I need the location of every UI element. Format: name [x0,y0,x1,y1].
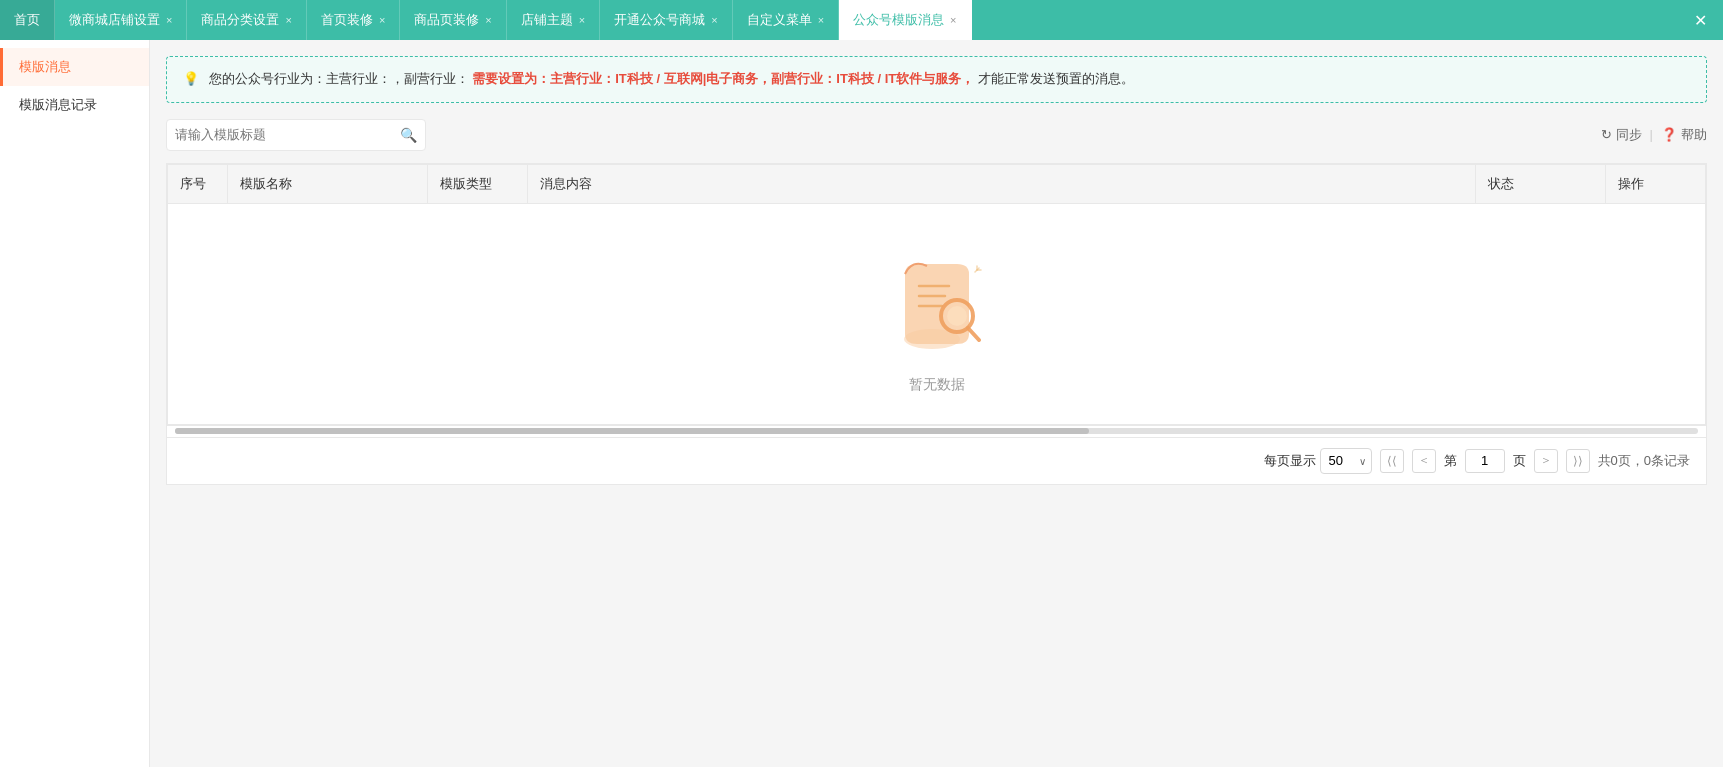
col-status: 状态 [1476,164,1606,203]
per-page-select-wrap[interactable]: 50 10 20 100 [1320,448,1372,474]
tab-template-msg[interactable]: 公众号模版消息 × [839,0,971,40]
help-icon: ❓ [1661,127,1677,142]
col-index: 序号 [168,164,228,203]
notice-box: 💡 您的公众号行业为：主营行业：，副营行业： 需要设置为：主营行业：IT科技 /… [166,56,1707,103]
svg-line-6 [968,328,979,340]
tab-home[interactable]: 首页 [0,0,55,40]
tab-product-decor[interactable]: 商品页装修 × [400,0,506,40]
total-info: 共0页，0条记录 [1598,452,1690,470]
col-content: 消息内容 [528,164,1476,203]
toolbar-right: ↻ 同步 | ❓ 帮助 [1601,126,1707,144]
help-button[interactable]: ❓ 帮助 [1661,126,1707,144]
tab-close-homepage-decor[interactable]: × [379,14,385,26]
tab-close-product-decor[interactable]: × [485,14,491,26]
tab-close-category-settings[interactable]: × [285,14,291,26]
empty-text: 暂无数据 [909,376,965,394]
prev-page-button[interactable]: ＜ [1412,449,1436,473]
tab-close-store-theme[interactable]: × [579,14,585,26]
tab-close-open-mall[interactable]: × [711,14,717,26]
sidebar: 模版消息 模版消息记录 [0,40,150,767]
next-page-button[interactable]: ＞ [1534,449,1558,473]
sync-label: 同步 [1616,126,1642,144]
search-input-wrap: 🔍 [166,119,426,151]
search-input[interactable] [175,127,400,142]
search-bar: 🔍 ↻ 同步 | ❓ 帮助 [166,119,1707,151]
col-name: 模版名称 [228,164,428,203]
divider: | [1650,127,1653,142]
sync-icon: ↻ [1601,127,1612,142]
table-header-row: 序号 模版名称 模版类型 消息内容 状态 操作 [168,164,1706,203]
scrollbar-area[interactable] [167,425,1706,437]
content-area: 💡 您的公众号行业为：主营行业：，副营行业： 需要设置为：主营行业：IT科技 /… [150,40,1723,767]
close-all-button[interactable]: ✕ [1678,0,1723,40]
page-label: 页 [1513,452,1526,470]
sidebar-item-template-msg-record[interactable]: 模版消息记录 [0,86,149,124]
table-wrapper: 序号 模版名称 模版类型 消息内容 状态 操作 [166,163,1707,485]
sidebar-item-template-msg[interactable]: 模版消息 [0,48,149,86]
tab-store-settings[interactable]: 微商城店铺设置 × [55,0,187,40]
tab-close-template-msg[interactable]: × [950,14,956,26]
notice-highlight: 需要设置为：主营行业：IT科技 / 互联网|电子商务，副营行业：IT科技 / I… [472,71,974,86]
per-page-select: 每页显示 50 10 20 100 [1264,448,1372,474]
tab-close-store-settings[interactable]: × [166,14,172,26]
empty-illustration [877,244,997,364]
page-input[interactable] [1465,449,1505,473]
notice-suffix: 才能正常发送预置的消息。 [978,71,1134,86]
search-icon[interactable]: 🔍 [400,127,417,143]
tab-open-mall[interactable]: 开通公众号商城 × [600,0,732,40]
per-page-dropdown[interactable]: 50 10 20 100 [1320,448,1372,474]
scrollbar-thumb[interactable] [175,428,1089,434]
empty-state: 暂无数据 [168,204,1705,424]
main-layout: 模版消息 模版消息记录 💡 您的公众号行业为：主营行业：，副营行业： 需要设置为… [0,40,1723,767]
svg-point-5 [947,306,967,326]
per-page-label: 每页显示 [1264,452,1316,470]
last-page-button[interactable]: ⟩⟩ [1566,449,1590,473]
tab-category-settings[interactable]: 商品分类设置 × [187,0,306,40]
notice-icon: 💡 [183,71,199,86]
notice-prefix: 您的公众号行业为：主营行业：，副营行业： [209,71,469,86]
tab-custom-menu[interactable]: 自定义菜单 × [733,0,839,40]
sync-button[interactable]: ↻ 同步 [1601,126,1642,144]
page-di-label: 第 [1444,452,1457,470]
empty-state-row: 暂无数据 [168,203,1706,424]
data-table: 序号 模版名称 模版类型 消息内容 状态 操作 [167,164,1706,425]
tab-homepage-decor[interactable]: 首页装修 × [307,0,400,40]
tab-close-custom-menu[interactable]: × [818,14,824,26]
tab-store-theme[interactable]: 店铺主题 × [507,0,600,40]
first-page-button[interactable]: ⟨⟨ [1380,449,1404,473]
col-type: 模版类型 [428,164,528,203]
top-nav: 首页 微商城店铺设置 × 商品分类设置 × 首页装修 × 商品页装修 × 店铺主… [0,0,1723,40]
scrollbar-track[interactable] [175,428,1698,434]
col-action: 操作 [1606,164,1706,203]
help-label: 帮助 [1681,126,1707,144]
pagination-bar: 每页显示 50 10 20 100 ⟨⟨ ＜ 第 页 ＞ ⟩ [167,437,1706,484]
